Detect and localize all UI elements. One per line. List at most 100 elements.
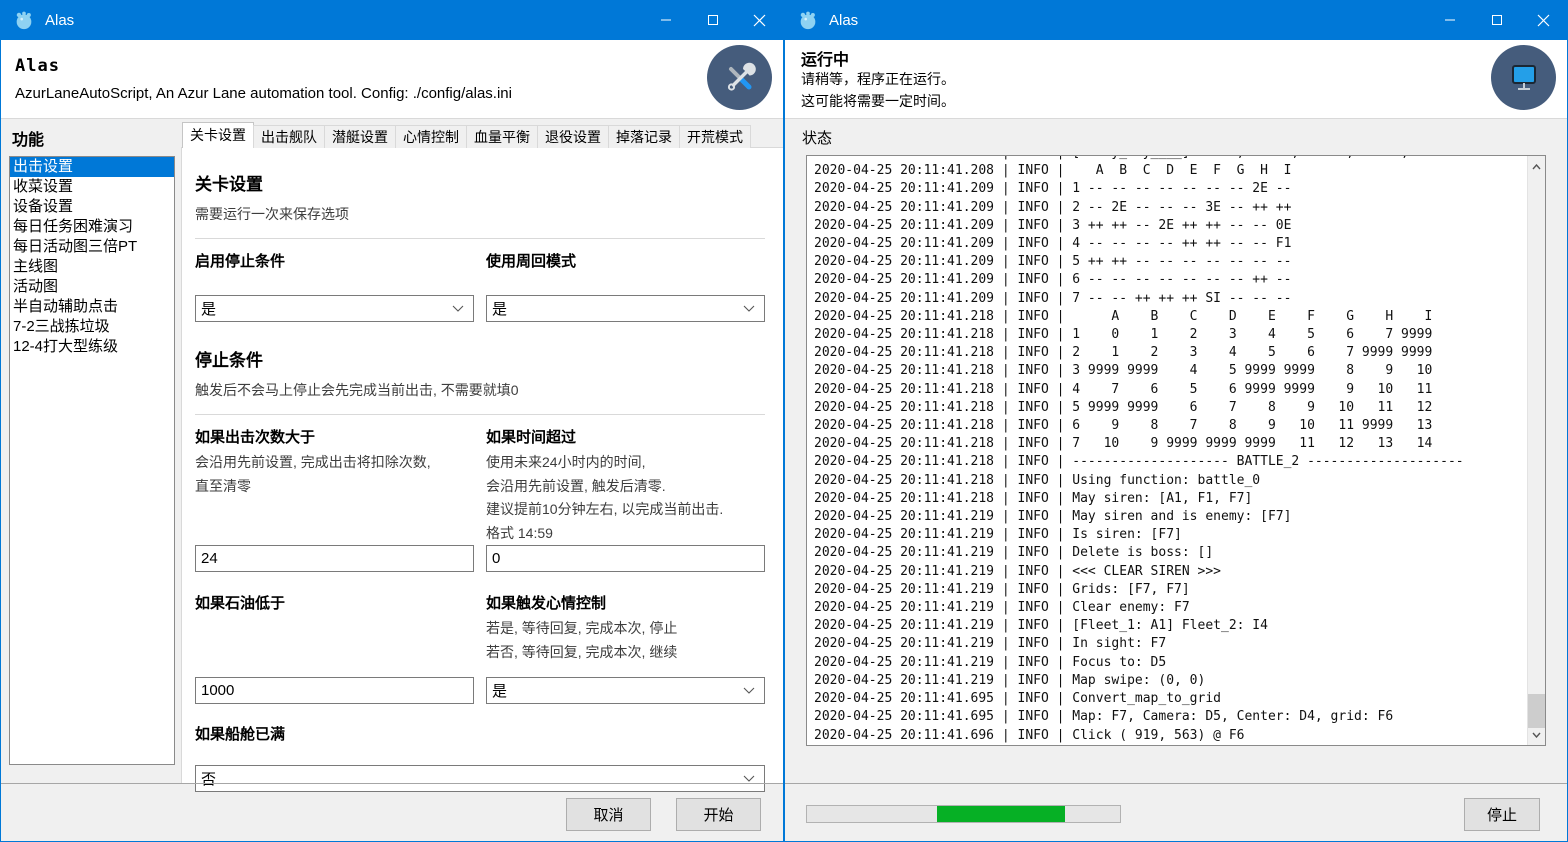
field-if-time: 如果时间超过 使用未来24小时内的时间, 会沿用先前设置, 触发后清零. 建议提… (486, 426, 765, 572)
sidebar-item[interactable]: 每日活动图三倍PT (10, 237, 174, 257)
close-icon (1537, 14, 1550, 27)
minimize-icon (1444, 14, 1456, 26)
log-line: 2020-04-25 20:11:41.695 | INFO | Convert… (814, 690, 1464, 708)
log-line: 2020-04-25 20:11:41.219 | INFO | <<< CLE… (814, 563, 1464, 581)
progress-fill (937, 806, 1065, 822)
tab[interactable]: 血量平衡 (466, 125, 538, 148)
field-label: 如果触发心情控制 (486, 592, 765, 613)
chevron-up-icon (1532, 164, 1541, 170)
chevron-down-icon (452, 305, 464, 312)
sidebar-item[interactable]: 半自动辅助点击 (10, 297, 174, 317)
tab[interactable]: 掉落记录 (608, 125, 680, 148)
loop-mode-select[interactable]: 是 (486, 295, 765, 322)
log-line: 2020-04-25 20:11:41.218 | INFO | A B C D… (814, 308, 1464, 326)
field-desc: 建议提前10分钟左右, 以完成当前出击. (486, 498, 765, 522)
tab[interactable]: 潜艇设置 (324, 125, 396, 148)
if-oil-input[interactable] (195, 677, 474, 704)
log-line: 2020-04-25 20:11:41.218 | INFO | 5 9999 … (814, 399, 1464, 417)
sidebar-item[interactable]: 设备设置 (10, 197, 174, 217)
field-label: 如果出击次数大于 (195, 426, 474, 447)
settings-tabbar[interactable]: 关卡设置出击舰队潜艇设置心情控制血量平衡退役设置掉落记录开荒模式 (182, 123, 751, 148)
log-line: 2020-04-25 20:11:41.209 | INFO | 4 -- --… (814, 235, 1464, 253)
log-line: 2020-04-25 20:11:41.209 | INFO | 6 -- --… (814, 271, 1464, 289)
start-button[interactable]: 开始 (676, 798, 761, 831)
settings-badge (707, 45, 772, 110)
chevron-down-icon (743, 687, 755, 694)
sidebar-item[interactable]: 主线图 (10, 257, 174, 277)
maximize-button[interactable] (689, 0, 736, 40)
field-loop-mode: 使用周回模式 是 (486, 250, 765, 322)
screen: Alas Alas AzurLaneAutoScript, An Azur La… (0, 0, 1568, 842)
monitor-icon (1504, 58, 1544, 98)
log-line: 2020-04-25 20:11:41.218 | INFO | 6 9 8 7… (814, 417, 1464, 435)
if-emotion-select[interactable]: 是 (486, 677, 765, 704)
tab[interactable]: 退役设置 (537, 125, 609, 148)
sidebar-item[interactable]: 每日任务困难演习 (10, 217, 174, 237)
chevron-down-icon (1532, 732, 1541, 738)
scroll-up-button[interactable] (1528, 158, 1545, 175)
scrollbar-thumb[interactable] (1528, 694, 1545, 728)
sidebar-item[interactable]: 7-2三战拣垃圾 (10, 317, 174, 337)
tab[interactable]: 关卡设置 (182, 122, 254, 148)
if-dock-full-select[interactable]: 否 (195, 765, 765, 792)
selected-value: 否 (201, 768, 216, 789)
function-listbox[interactable]: 出击设置收菜设置设备设置每日任务困难演习每日活动图三倍PT主线图活动图半自动辅助… (9, 156, 175, 765)
scroll-down-button[interactable] (1528, 726, 1545, 743)
sidebar-item[interactable]: 12-4打大型练级 (10, 337, 174, 357)
function-list-label: 功能 (12, 126, 44, 150)
footer-divider (1, 783, 783, 784)
status-label: 状态 (802, 127, 832, 148)
form-row: 如果出击次数大于 会沿用先前设置, 完成出击将扣除次数, 直至清零 如果时间超过… (195, 426, 765, 572)
stop-section-desc: 触发后不会马上停止会先完成当前出击, 不需要就填0 (195, 380, 765, 400)
tab[interactable]: 开荒模式 (679, 125, 751, 148)
if-time-input[interactable] (486, 545, 765, 572)
log-line: 2020-04-25 20:11:41.218 | INFO | Using f… (814, 472, 1464, 490)
minimize-button[interactable] (642, 0, 689, 40)
selected-value: 是 (492, 298, 507, 319)
if-count-input[interactable] (195, 545, 474, 572)
minimize-button[interactable] (1426, 0, 1473, 40)
tab-page-stage-settings: 关卡设置 需要运行一次来保存选项 启用停止条件 是 使用周回模式 是 (181, 147, 784, 783)
field-label: 启用停止条件 (195, 250, 474, 271)
log-output[interactable]: 2020-04-25 20:11:41.208 | INFO | [enemy_… (806, 155, 1546, 746)
tab[interactable]: 心情控制 (395, 125, 467, 148)
field-if-oil: 如果石油低于 (195, 592, 474, 704)
log-scrollbar[interactable] (1527, 156, 1545, 745)
close-button[interactable] (736, 0, 783, 40)
log-line: 2020-04-25 20:11:41.219 | INFO | Is sire… (814, 526, 1464, 544)
log-line: 2020-04-25 20:11:41.209 | INFO | 7 -- --… (814, 290, 1464, 308)
titlebar[interactable]: Alas (1, 0, 783, 40)
chevron-down-icon (743, 775, 755, 782)
section-title: 关卡设置 (195, 170, 765, 195)
maximize-icon (1491, 14, 1503, 26)
sidebar-item[interactable]: 收菜设置 (10, 177, 174, 197)
log-line: 2020-04-25 20:11:41.696 | INFO | Click (… (814, 727, 1464, 745)
enable-stop-select[interactable]: 是 (195, 295, 474, 322)
field-desc: 会沿用先前设置, 完成出击将扣除次数, (195, 451, 474, 475)
window-title: Alas (45, 12, 74, 29)
progress-bar (806, 805, 1121, 823)
field-desc: 会沿用先前设置, 触发后清零. (486, 475, 765, 499)
alas-logo-icon (797, 9, 819, 31)
log-line: 2020-04-25 20:11:41.219 | INFO | Clear e… (814, 599, 1464, 617)
field-desc: 若是, 等待回复, 完成本次, 停止 (486, 617, 765, 641)
log-line: 2020-04-25 20:11:41.218 | INFO | 4 7 6 5… (814, 381, 1464, 399)
sidebar-item[interactable]: 出击设置 (10, 157, 174, 177)
stop-button[interactable]: 停止 (1464, 798, 1540, 831)
maximize-button[interactable] (1473, 0, 1520, 40)
sidebar-item[interactable]: 活动图 (10, 277, 174, 297)
titlebar[interactable]: Alas (785, 0, 1567, 40)
field-label: 如果石油低于 (195, 592, 474, 613)
log-line: 2020-04-25 20:11:41.218 | INFO | 1 0 1 2… (814, 326, 1464, 344)
log-line: 2020-04-25 20:11:41.695 | INFO | Map: F7… (814, 708, 1464, 726)
close-button[interactable] (1520, 0, 1567, 40)
chevron-down-icon (743, 305, 755, 312)
stop-section-title: 停止条件 (195, 346, 765, 371)
running-badge (1491, 45, 1556, 110)
cancel-button[interactable]: 取消 (566, 798, 651, 831)
log-line: 2020-04-25 20:11:41.218 | INFO | 7 10 9 … (814, 435, 1464, 453)
field-label-dock-full: 如果船舱已满 (195, 723, 765, 744)
app-title: Alas (15, 56, 60, 76)
tab[interactable]: 出击舰队 (253, 125, 325, 148)
log-lines: 2020-04-25 20:11:41.208 | INFO | [enemy_… (814, 155, 1464, 745)
